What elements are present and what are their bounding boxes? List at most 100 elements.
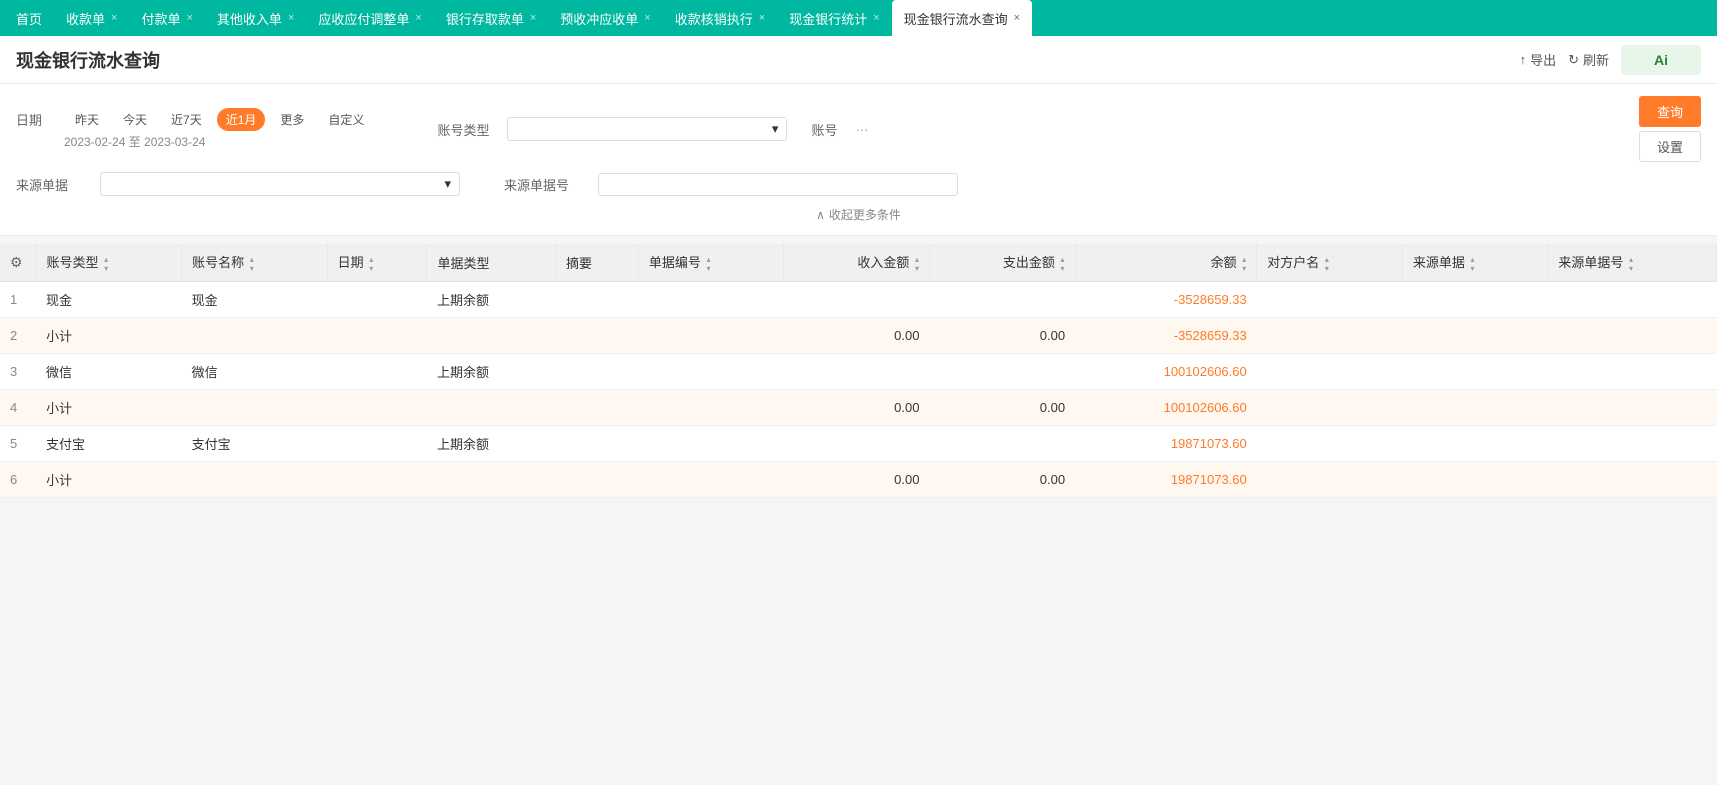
cell-doc-no — [638, 353, 784, 389]
cell-account-type: 小计 — [36, 389, 182, 425]
row-number: 5 — [0, 425, 36, 461]
sort-icon: ▴▾ — [915, 255, 919, 273]
source-doc-no-input[interactable] — [598, 173, 958, 196]
nav-item-cash-bank-flow[interactable]: 现金银行流水查询 × — [892, 0, 1032, 36]
cell-income: 0.00 — [784, 461, 930, 497]
nav-item-payments[interactable]: 付款单 × — [129, 0, 204, 36]
date-btn-yesterday[interactable]: 昨天 — [66, 108, 108, 131]
dots-icon[interactable]: ··· — [855, 122, 868, 137]
gear-icon[interactable]: ⚙ — [10, 254, 23, 270]
close-icon[interactable]: × — [644, 12, 650, 24]
close-icon[interactable]: × — [873, 12, 879, 24]
cell-account-type: 小计 — [36, 461, 182, 497]
cell-balance: 100102606.60 — [1075, 353, 1257, 389]
table-row[interactable]: 1现金现金上期余额-3528659.33 — [0, 281, 1717, 317]
page-header: 现金银行流水查询 ↑ 导出 ↻ 刷新 Ai — [0, 36, 1717, 84]
column-account-type[interactable]: 账号类型 ▴▾ — [36, 244, 182, 281]
sort-icon: ▴▾ — [1242, 255, 1246, 273]
cell-date — [327, 353, 427, 389]
cell-counterpart — [1257, 461, 1403, 497]
column-doc-no[interactable]: 单据编号 ▴▾ — [638, 244, 784, 281]
date-btn-7days[interactable]: 近7天 — [162, 108, 211, 131]
date-filter-group: 日期 昨天 今天 近7天 近1月 更多 自定义 2023-02-24 至 202… — [16, 108, 373, 150]
table-row[interactable]: 2小计0.000.00-3528659.33 — [0, 317, 1717, 353]
source-doc-no-label: 来源单据号 — [504, 175, 574, 194]
nav-item-collection-exec[interactable]: 收款核销执行 × — [663, 0, 777, 36]
query-button[interactable]: 查询 — [1639, 96, 1701, 127]
cell-expense — [929, 353, 1075, 389]
collapse-bar[interactable]: ∧ 收起更多条件 — [16, 206, 1701, 223]
ai-button[interactable]: Ai — [1621, 45, 1701, 75]
close-icon[interactable]: × — [186, 12, 192, 24]
close-icon[interactable]: × — [288, 12, 294, 24]
close-icon[interactable]: × — [1014, 12, 1020, 24]
column-summary: 摘要 — [556, 244, 639, 281]
close-icon[interactable]: × — [530, 12, 536, 24]
nav-item-bank-deposit[interactable]: 银行存取款单 × — [434, 0, 548, 36]
column-gear: ⚙ — [0, 244, 36, 281]
row-number: 4 — [0, 389, 36, 425]
chevron-down-icon: ▾ — [444, 176, 451, 192]
refresh-button[interactable]: ↻ 刷新 — [1568, 50, 1609, 69]
nav-item-cash-bank-stats[interactable]: 现金银行统计 × — [777, 0, 891, 36]
nav-item-home[interactable]: 首页 — [4, 0, 54, 36]
close-icon[interactable]: × — [415, 12, 421, 24]
date-btn-1month[interactable]: 近1月 — [217, 108, 266, 131]
date-btn-custom[interactable]: 自定义 — [319, 108, 373, 131]
nav-item-receipts[interactable]: 收款单 × — [54, 0, 129, 36]
column-expense[interactable]: 支出金额 ▴▾ — [929, 244, 1075, 281]
cell-doc-type: 上期余额 — [427, 281, 556, 317]
chevron-down-icon: ▾ — [772, 121, 779, 137]
nav-item-prepayment[interactable]: 预收冲应收单 × — [548, 0, 662, 36]
table-row[interactable]: 5支付宝支付宝上期余额19871073.60 — [0, 425, 1717, 461]
cell-doc-no — [638, 461, 784, 497]
cell-balance: 19871073.60 — [1075, 425, 1257, 461]
date-btn-more[interactable]: 更多 — [271, 108, 313, 131]
cell-balance: -3528659.33 — [1075, 281, 1257, 317]
cell-source-doc — [1402, 281, 1548, 317]
data-table-container: ⚙ 账号类型 ▴▾ 账号名称 ▴▾ 日期 ▴▾ 单据类型 摘 — [0, 244, 1717, 498]
nav-item-other-income[interactable]: 其他收入单 × — [205, 0, 306, 36]
table-row[interactable]: 6小计0.000.0019871073.60 — [0, 461, 1717, 497]
cell-doc-no — [638, 389, 784, 425]
source-doc-select[interactable]: ▾ — [100, 172, 460, 196]
cell-account-name: 现金 — [182, 281, 328, 317]
date-range: 2023-02-24 至 2023-03-24 — [64, 135, 205, 149]
column-doc-type: 单据类型 — [427, 244, 556, 281]
row-number: 3 — [0, 353, 36, 389]
column-account-name[interactable]: 账号名称 ▴▾ — [182, 244, 328, 281]
cell-source-doc — [1402, 389, 1548, 425]
column-income[interactable]: 收入金额 ▴▾ — [784, 244, 930, 281]
export-button[interactable]: ↑ 导出 — [1520, 50, 1557, 69]
account-label: 账号 — [811, 120, 841, 139]
nav-item-ar-ap-adjust[interactable]: 应收应付调整单 × — [306, 0, 433, 36]
cell-source-doc-no — [1548, 317, 1717, 353]
date-options: 昨天 今天 近7天 近1月 更多 自定义 — [66, 108, 373, 131]
table-row[interactable]: 4小计0.000.00100102606.60 — [0, 389, 1717, 425]
cell-account-type: 支付宝 — [36, 425, 182, 461]
account-type-select[interactable]: ▾ — [507, 117, 787, 141]
cell-source-doc — [1402, 461, 1548, 497]
close-icon[interactable]: × — [759, 12, 765, 24]
export-icon: ↑ — [1520, 52, 1527, 67]
column-balance[interactable]: 余额 ▴▾ — [1075, 244, 1257, 281]
date-btn-today[interactable]: 今天 — [114, 108, 156, 131]
filter-area: 日期 昨天 今天 近7天 近1月 更多 自定义 2023-02-24 至 202… — [0, 84, 1717, 236]
cell-summary — [556, 317, 639, 353]
cell-date — [327, 461, 427, 497]
close-icon[interactable]: × — [111, 12, 117, 24]
cell-income — [784, 281, 930, 317]
column-counterpart[interactable]: 对方户名 ▴▾ — [1257, 244, 1403, 281]
cell-summary — [556, 425, 639, 461]
cell-expense: 0.00 — [929, 461, 1075, 497]
table-row[interactable]: 3微信微信上期余额100102606.60 — [0, 353, 1717, 389]
column-source-doc[interactable]: 来源单据 ▴▾ — [1402, 244, 1548, 281]
sort-icon: ▴▾ — [1470, 255, 1474, 273]
column-source-doc-no[interactable]: 来源单据号 ▴▾ — [1548, 244, 1717, 281]
sort-icon: ▴▾ — [1629, 255, 1633, 273]
cell-summary — [556, 353, 639, 389]
cell-expense: 0.00 — [929, 389, 1075, 425]
column-date[interactable]: 日期 ▴▾ — [327, 244, 427, 281]
settings-button[interactable]: 设置 — [1639, 131, 1701, 162]
cell-account-name — [182, 317, 328, 353]
